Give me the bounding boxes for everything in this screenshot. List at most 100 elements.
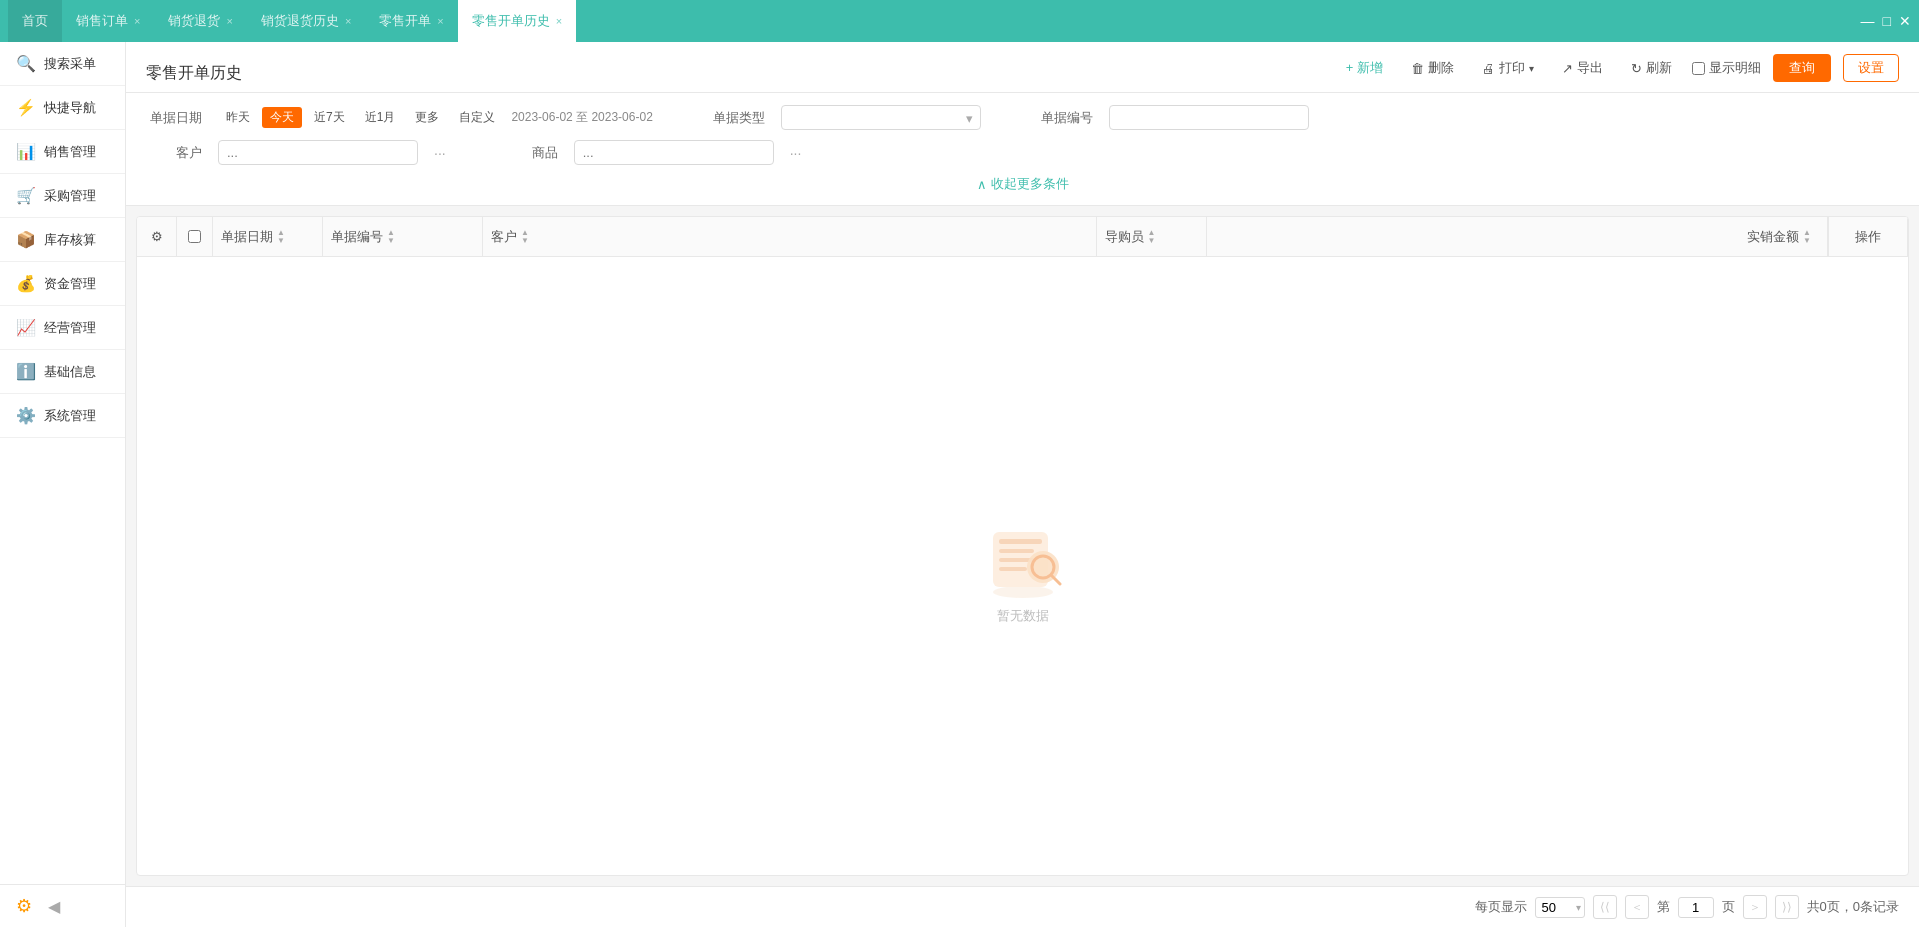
add-button[interactable]: + 新增 bbox=[1338, 55, 1391, 81]
sidebar-item-inventory[interactable]: 📦 库存核算 bbox=[0, 218, 125, 262]
max-button[interactable]: □ bbox=[1883, 13, 1891, 29]
page-input[interactable] bbox=[1678, 897, 1714, 918]
pagination: 每页显示 20 50 100 ⟨⟨ ＜ 第 页 ＞ ⟩⟩ 共0页，0条记录 bbox=[126, 886, 1919, 927]
sort-down-icon: ▼ bbox=[1148, 237, 1156, 245]
date-label: 单据日期 bbox=[146, 109, 202, 127]
sidebar-bottom: ⚙ ◀ bbox=[0, 884, 125, 927]
date-opt-today[interactable]: 今天 bbox=[262, 107, 302, 128]
print-button[interactable]: 🖨 打印 ▾ bbox=[1474, 55, 1542, 81]
sidebar-item-finance[interactable]: 💰 资金管理 bbox=[0, 262, 125, 306]
tab-home-label: 首页 bbox=[22, 12, 48, 30]
th-setting[interactable]: ⚙ bbox=[137, 217, 177, 257]
sidebar-item-sales-mgmt[interactable]: 📊 销售管理 bbox=[0, 130, 125, 174]
sidebar-item-purchase-mgmt[interactable]: 🛒 采购管理 bbox=[0, 174, 125, 218]
settings-button[interactable]: 设置 bbox=[1843, 54, 1899, 82]
sidebar-item-system[interactable]: ⚙️ 系统管理 bbox=[0, 394, 125, 438]
date-opt-7days[interactable]: 近7天 bbox=[306, 107, 353, 128]
svg-line-8 bbox=[1052, 576, 1060, 584]
svg-rect-3 bbox=[999, 549, 1034, 553]
th-date[interactable]: 单据日期 ▲ ▼ bbox=[213, 217, 323, 257]
date-opt-yesterday[interactable]: 昨天 bbox=[218, 107, 258, 128]
th-order-num[interactable]: 单据编号 ▲ ▼ bbox=[323, 217, 483, 257]
sidebar-collapse-icon[interactable]: ◀ bbox=[48, 897, 60, 916]
order-num-input[interactable] bbox=[1109, 105, 1309, 130]
first-page-button[interactable]: ⟨⟨ bbox=[1593, 895, 1617, 919]
order-type-select-wrap bbox=[781, 105, 981, 130]
date-opt-custom[interactable]: 自定义 bbox=[451, 107, 503, 128]
date-opt-more[interactable]: 更多 bbox=[407, 107, 447, 128]
collapse-more-btn[interactable]: ∧ 收起更多条件 bbox=[146, 175, 1899, 193]
th-customer[interactable]: 客户 ▲ ▼ bbox=[483, 217, 1097, 257]
amount-sort[interactable]: ▲ ▼ bbox=[1803, 229, 1811, 245]
next-page-button[interactable]: ＞ bbox=[1743, 895, 1767, 919]
order-sort[interactable]: ▲ ▼ bbox=[387, 229, 395, 245]
delete-button[interactable]: 🗑 删除 bbox=[1403, 55, 1462, 81]
sidebar-item-basic-info[interactable]: ℹ️ 基础信息 bbox=[0, 350, 125, 394]
customer-input[interactable] bbox=[218, 140, 418, 165]
main-layout: 🔍 搜索采单 ⚡ 快捷导航 📊 销售管理 🛒 采购管理 📦 库存核算 💰 资金管… bbox=[0, 42, 1919, 927]
product-input[interactable] bbox=[574, 140, 774, 165]
tab-sales-order-close[interactable]: × bbox=[134, 15, 140, 27]
tab-sales-return-history-close[interactable]: × bbox=[345, 15, 351, 27]
prev-page-button[interactable]: ＜ bbox=[1625, 895, 1649, 919]
customer-more-icon[interactable]: ··· bbox=[434, 145, 446, 161]
select-all-checkbox[interactable] bbox=[188, 230, 201, 243]
refresh-button[interactable]: ↻ 刷新 bbox=[1623, 55, 1680, 81]
refresh-button-label: 刷新 bbox=[1646, 59, 1672, 77]
order-type-select[interactable] bbox=[781, 105, 981, 130]
show-detail-checkbox[interactable] bbox=[1692, 62, 1705, 75]
tab-retail-history-close[interactable]: × bbox=[556, 15, 562, 27]
customer-sort[interactable]: ▲ ▼ bbox=[521, 229, 529, 245]
print-arrow-icon: ▾ bbox=[1529, 63, 1534, 74]
empty-text: 暂无数据 bbox=[997, 607, 1049, 625]
tab-retail-open-close[interactable]: × bbox=[437, 15, 443, 27]
product-more-icon[interactable]: ··· bbox=[790, 145, 802, 161]
sidebar-item-operations[interactable]: 📈 经营管理 bbox=[0, 306, 125, 350]
close-button[interactable]: ✕ bbox=[1899, 13, 1911, 29]
th-guide[interactable]: 导购员 ▲ ▼ bbox=[1097, 217, 1207, 257]
per-page-label: 每页显示 bbox=[1475, 898, 1527, 916]
th-action-label: 操作 bbox=[1855, 228, 1881, 246]
export-button[interactable]: ↗ 导出 bbox=[1554, 55, 1611, 81]
sidebar-item-search-purchase[interactable]: 🔍 搜索采单 bbox=[0, 42, 125, 86]
table-area: ⚙ 单据日期 ▲ ▼ 单据编号 ▲ ▼ bbox=[136, 216, 1909, 876]
sidebar-item-label-inventory: 库存核算 bbox=[44, 231, 96, 249]
tab-retail-history-label: 零售开单历史 bbox=[472, 12, 550, 30]
sidebar-item-quick-nav[interactable]: ⚡ 快捷导航 bbox=[0, 86, 125, 130]
sidebar-item-label-basic-info: 基础信息 bbox=[44, 363, 96, 381]
page-label: 第 bbox=[1657, 898, 1670, 916]
date-sort[interactable]: ▲ ▼ bbox=[277, 229, 285, 245]
sidebar: 🔍 搜索采单 ⚡ 快捷导航 📊 销售管理 🛒 采购管理 📦 库存核算 💰 资金管… bbox=[0, 42, 126, 927]
basic-info-icon: ℹ️ bbox=[16, 362, 36, 381]
order-type-label: 单据类型 bbox=[709, 109, 765, 127]
th-checkbox[interactable] bbox=[177, 217, 213, 257]
print-icon: 🖨 bbox=[1482, 61, 1495, 76]
export-button-label: 导出 bbox=[1577, 59, 1603, 77]
refresh-icon: ↻ bbox=[1631, 61, 1642, 76]
tab-sales-order[interactable]: 销售订单 × bbox=[62, 0, 154, 42]
collapse-icon: ∧ bbox=[977, 177, 987, 192]
product-label: 商品 bbox=[502, 144, 558, 162]
sidebar-item-label-finance: 资金管理 bbox=[44, 275, 96, 293]
tab-sales-return-history[interactable]: 销货退货历史 × bbox=[247, 0, 365, 42]
tab-sales-return[interactable]: 销货退货 × bbox=[154, 0, 246, 42]
content-area: 零售开单历史 + 新增 🗑 删除 🖨 打印 ▾ ↗ 导出 bbox=[126, 42, 1919, 927]
min-button[interactable]: — bbox=[1861, 13, 1875, 29]
last-page-button[interactable]: ⟩⟩ bbox=[1775, 895, 1799, 919]
th-action: 操作 bbox=[1828, 217, 1908, 257]
sidebar-settings-icon[interactable]: ⚙ bbox=[16, 895, 32, 917]
purchase-mgmt-icon: 🛒 bbox=[16, 186, 36, 205]
tab-sales-return-close[interactable]: × bbox=[226, 15, 232, 27]
query-button[interactable]: 查询 bbox=[1773, 54, 1831, 82]
date-opt-1month[interactable]: 近1月 bbox=[357, 107, 404, 128]
guide-sort[interactable]: ▲ ▼ bbox=[1148, 229, 1156, 245]
tab-retail-open[interactable]: 零售开单 × bbox=[365, 0, 457, 42]
filter-row-2: 客户 ··· 商品 ··· bbox=[146, 140, 1899, 165]
per-page-select[interactable]: 20 50 100 bbox=[1535, 897, 1585, 918]
tab-home[interactable]: 首页 bbox=[8, 0, 62, 42]
tab-retail-history[interactable]: 零售开单历史 × bbox=[458, 0, 576, 42]
sidebar-item-label-sales-mgmt: 销售管理 bbox=[44, 143, 96, 161]
quick-nav-icon: ⚡ bbox=[16, 98, 36, 117]
date-range-display: 2023-06-02 至 2023-06-02 bbox=[511, 109, 652, 126]
th-amount[interactable]: 实销金额 ▲ ▼ bbox=[1207, 217, 1829, 257]
